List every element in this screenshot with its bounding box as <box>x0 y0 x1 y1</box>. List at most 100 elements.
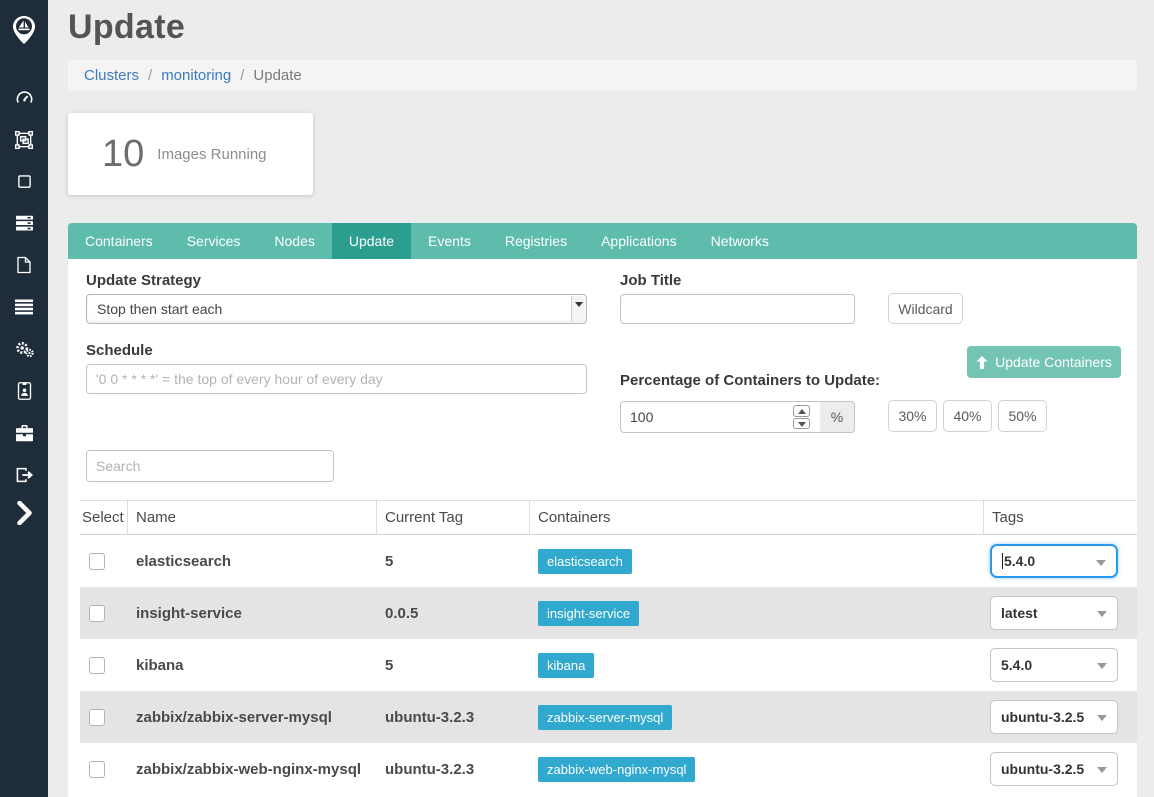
container-square-icon[interactable] <box>0 163 48 199</box>
percent-40-button[interactable]: 40% <box>943 400 992 432</box>
update-strategy-value: Stop then start each <box>97 301 222 317</box>
tab-nodes[interactable]: Nodes <box>257 223 331 259</box>
app-logo-boat-pin-icon[interactable] <box>0 12 48 48</box>
image-name: elasticsearch <box>128 553 377 570</box>
spinner-down-icon[interactable] <box>793 418 810 430</box>
container-badge: elasticsearch <box>538 549 632 574</box>
update-strategy-label: Update Strategy <box>86 272 201 289</box>
image-name: kibana <box>128 657 377 674</box>
breadcrumb-link-monitoring[interactable]: monitoring <box>161 67 231 84</box>
percent-50-button[interactable]: 50% <box>998 400 1047 432</box>
tab-update[interactable]: Update <box>332 223 411 259</box>
images-table: Select Name Current Tag Containers Tags … <box>80 500 1137 795</box>
images-running-label: Images Running <box>157 146 266 163</box>
row-checkbox[interactable] <box>89 657 105 674</box>
tag-select-elasticsearch[interactable]: 5.4.0 <box>990 544 1118 578</box>
container-badge: insight-service <box>538 601 639 626</box>
breadcrumb-link-clusters[interactable]: Clusters <box>84 67 139 84</box>
update-containers-label: Update Containers <box>995 354 1112 370</box>
file-icon[interactable] <box>0 247 48 283</box>
current-tag: ubuntu-3.2.3 <box>377 761 530 778</box>
arrow-up-icon <box>976 356 988 369</box>
row-checkbox[interactable] <box>89 709 105 726</box>
briefcase-icon[interactable] <box>0 415 48 451</box>
image-name: insight-service <box>128 605 377 622</box>
current-tag: 0.0.5 <box>377 605 530 622</box>
schedule-label: Schedule <box>86 342 153 359</box>
selected-tag: 5.4.0 <box>1001 657 1032 673</box>
column-header-select: Select <box>80 500 128 535</box>
percent-addon: % <box>820 401 855 433</box>
row-checkbox[interactable] <box>89 605 105 622</box>
percentage-input[interactable] <box>620 401 821 433</box>
column-header-containers: Containers <box>530 500 984 535</box>
breadcrumb: Clusters / monitoring / Update <box>68 60 1137 90</box>
page-title: Update <box>68 8 185 47</box>
text-caret <box>1002 553 1003 569</box>
tag-select-insight-service[interactable]: latest <box>990 596 1118 630</box>
images-running-count: 10 <box>102 133 144 176</box>
settings-gears-icon[interactable] <box>0 331 48 367</box>
selected-tag: latest <box>1001 605 1038 621</box>
select-dropdown-arrow-icon <box>571 296 585 322</box>
id-badge-icon[interactable] <box>0 373 48 409</box>
breadcrumb-current: Update <box>253 67 301 84</box>
logout-icon[interactable] <box>0 457 48 493</box>
chevron-down-icon <box>1097 767 1107 773</box>
list-icon[interactable] <box>0 289 48 325</box>
table-header: Select Name Current Tag Containers Tags <box>80 500 1137 535</box>
tab-services[interactable]: Services <box>170 223 258 259</box>
sidebar <box>0 0 48 797</box>
tab-containers[interactable]: Containers <box>68 223 170 259</box>
container-badge: kibana <box>538 653 594 678</box>
percentage-spinner <box>793 405 810 429</box>
percent-30-button[interactable]: 30% <box>888 400 937 432</box>
hosts-frame-icon[interactable] <box>0 122 48 158</box>
table-row-elasticsearch: elasticsearch 5 elasticsearch 5.4.0 <box>80 535 1137 587</box>
tag-select-zabbix-server-mysql[interactable]: ubuntu-3.2.5 <box>990 700 1118 734</box>
page: Update Clusters / monitoring / Update 10… <box>0 0 1154 797</box>
chevron-down-icon <box>1096 560 1106 566</box>
table-row-zabbix-web-nginx-mysql: zabbix/zabbix-web-nginx-mysql ubuntu-3.2… <box>80 743 1137 795</box>
job-title-label: Job Title <box>620 272 681 289</box>
chevron-down-icon <box>1097 663 1107 669</box>
table-row-insight-service: insight-service 0.0.5 insight-service la… <box>80 587 1137 639</box>
selected-tag: ubuntu-3.2.5 <box>1001 709 1084 725</box>
wildcard-button[interactable]: Wildcard <box>888 293 963 324</box>
column-header-current-tag: Current Tag <box>377 500 530 535</box>
row-checkbox[interactable] <box>89 553 105 570</box>
tab-bar: Containers Services Nodes Update Events … <box>68 223 1137 259</box>
selected-tag: ubuntu-3.2.5 <box>1001 761 1084 777</box>
dashboard-gauge-icon[interactable] <box>0 80 48 116</box>
percentage-label: Percentage of Containers to Update: <box>620 372 880 389</box>
container-badge: zabbix-web-nginx-mysql <box>538 757 695 782</box>
chevron-down-icon <box>1097 611 1107 617</box>
job-title-input[interactable] <box>620 294 855 324</box>
tag-select-zabbix-web-nginx-mysql[interactable]: ubuntu-3.2.5 <box>990 752 1118 786</box>
table-row-zabbix-server-mysql: zabbix/zabbix-server-mysql ubuntu-3.2.3 … <box>80 691 1137 743</box>
column-header-name: Name <box>128 500 377 535</box>
update-containers-button[interactable]: Update Containers <box>967 346 1121 378</box>
current-tag: ubuntu-3.2.3 <box>377 709 530 726</box>
breadcrumb-separator: / <box>240 67 244 84</box>
tab-events[interactable]: Events <box>411 223 488 259</box>
images-running-card: 10 Images Running <box>68 113 313 195</box>
expand-chevron-icon[interactable] <box>0 495 48 531</box>
image-name: zabbix/zabbix-web-nginx-mysql <box>128 761 377 778</box>
tab-networks[interactable]: Networks <box>694 223 786 259</box>
tab-registries[interactable]: Registries <box>488 223 584 259</box>
table-row-kibana: kibana 5 kibana 5.4.0 <box>80 639 1137 691</box>
tag-select-kibana[interactable]: 5.4.0 <box>990 648 1118 682</box>
schedule-input[interactable] <box>86 364 587 394</box>
tab-applications[interactable]: Applications <box>584 223 694 259</box>
update-panel: Update Strategy Stop then start each Job… <box>68 259 1137 797</box>
row-checkbox[interactable] <box>89 761 105 778</box>
stacks-icon[interactable] <box>0 205 48 241</box>
breadcrumb-separator: / <box>148 67 152 84</box>
container-badge: zabbix-server-mysql <box>538 705 672 730</box>
update-strategy-select[interactable]: Stop then start each <box>86 294 587 324</box>
chevron-down-icon <box>1097 715 1107 721</box>
selected-tag: 5.4.0 <box>1004 553 1035 569</box>
spinner-up-icon[interactable] <box>793 405 810 417</box>
search-input[interactable] <box>86 450 334 482</box>
